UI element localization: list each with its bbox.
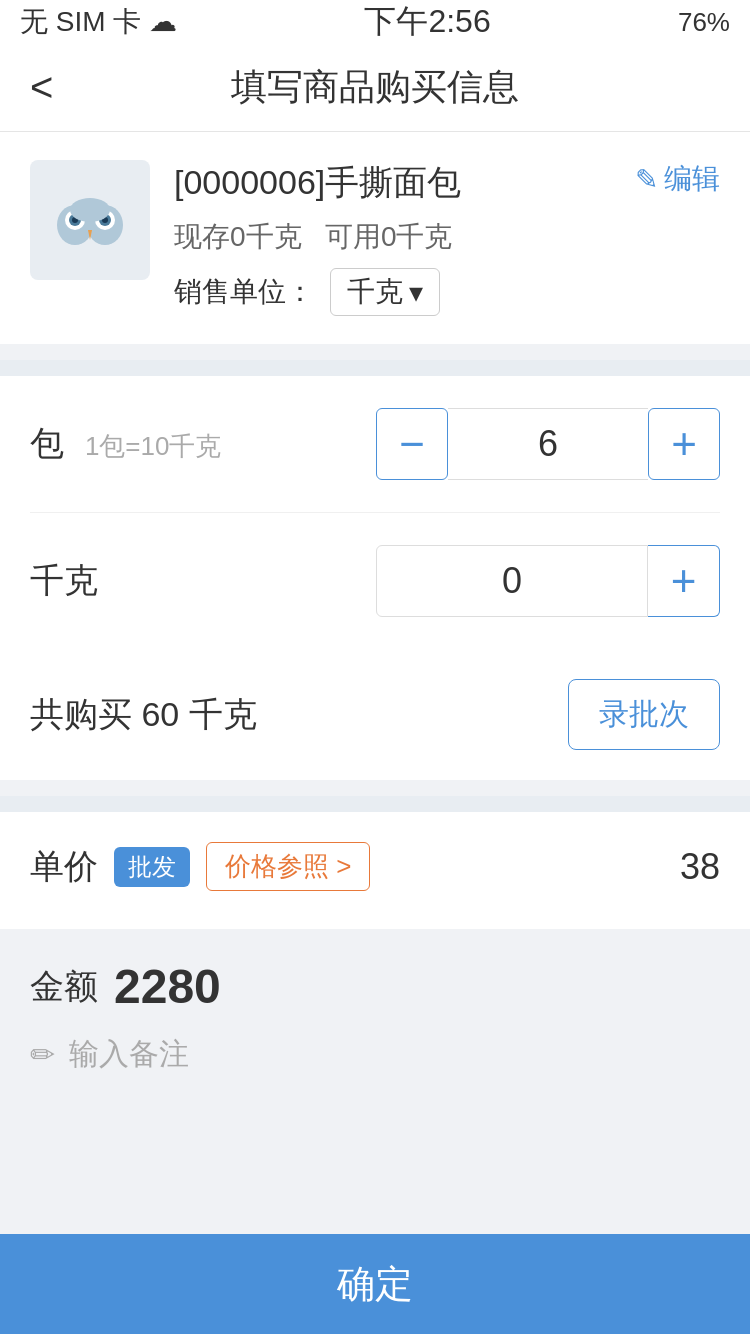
price-ref-label: 价格参照 > <box>225 849 351 884</box>
unit-select[interactable]: 千克 ▾ <box>330 268 440 316</box>
back-button[interactable]: < <box>30 65 53 110</box>
battery-level: 76% <box>678 7 730 38</box>
summary-text: 共购买 60 千克 <box>30 692 257 738</box>
kg-plus-button[interactable]: + <box>648 545 720 617</box>
product-image <box>30 160 150 280</box>
edit-label: 编辑 <box>664 160 720 198</box>
sim-status: 无 SIM 卡 ☁ <box>20 3 177 41</box>
kg-label: 千克 <box>30 561 98 599</box>
price-badge: 批发 <box>114 847 190 887</box>
note-placeholder: 输入备注 <box>69 1034 189 1075</box>
product-unit-row: 销售单位： 千克 ▾ <box>174 268 720 316</box>
amount-label: 金额 <box>30 964 98 1010</box>
stock-available: 可用0千克 <box>325 221 453 252</box>
edit-pencil-icon: ✎ <box>635 163 658 196</box>
price-value: 38 <box>680 846 720 888</box>
note-pencil-icon: ✏ <box>30 1037 55 1072</box>
price-label: 单价 <box>30 844 98 890</box>
price-label-group: 单价 批发 价格参照 > <box>30 842 370 891</box>
unit-value: 千克 <box>347 273 403 311</box>
status-right: 76% <box>678 7 730 38</box>
amount-value: 2280 <box>114 959 221 1014</box>
divider-2 <box>0 796 750 812</box>
svg-point-8 <box>70 198 110 222</box>
kg-qty-input[interactable] <box>376 545 648 617</box>
page-title: 填写商品购买信息 <box>231 63 519 112</box>
package-label-group: 包 1包=10千克 <box>30 421 221 467</box>
package-plus-button[interactable]: + <box>648 408 720 480</box>
edit-button[interactable]: ✎ 编辑 <box>635 160 720 198</box>
price-row: 单价 批发 价格参照 > 38 <box>30 842 720 891</box>
product-card: [0000006]手撕面包 现存0千克 可用0千克 销售单位： 千克 ▾ ✎ 编… <box>0 132 750 344</box>
batch-button[interactable]: 录批次 <box>568 679 720 750</box>
status-bar: 无 SIM 卡 ☁ 下午2:56 76% <box>0 0 750 44</box>
price-section: 单价 批发 价格参照 > 38 <box>0 812 750 929</box>
package-row: 包 1包=10千克 − + <box>30 376 720 513</box>
unit-label: 销售单位： <box>174 273 314 311</box>
amount-section: 金额 2280 ✏ 输入备注 <box>0 929 750 1095</box>
amount-row: 金额 2280 <box>30 959 720 1014</box>
confirm-button[interactable]: 确定 <box>0 1234 750 1334</box>
kg-row: 千克 + <box>30 513 720 649</box>
divider-1 <box>0 360 750 376</box>
stock-current: 现存0千克 <box>174 221 302 252</box>
input-section: 包 1包=10千克 − + 千克 + <box>0 376 750 649</box>
kg-controls: + <box>376 545 720 617</box>
price-ref-button[interactable]: 价格参照 > <box>206 842 370 891</box>
kg-label-group: 千克 <box>30 558 98 604</box>
nav-bar: < 填写商品购买信息 <box>0 44 750 132</box>
package-minus-button[interactable]: − <box>376 408 448 480</box>
status-left: 无 SIM 卡 ☁ <box>20 3 177 41</box>
product-stock: 现存0千克 可用0千克 <box>174 218 720 256</box>
summary-section: 共购买 60 千克 录批次 <box>0 649 750 780</box>
package-hint: 1包=10千克 <box>85 431 222 461</box>
dropdown-icon: ▾ <box>409 276 423 309</box>
package-qty-input[interactable] <box>448 408 648 480</box>
time-display: 下午2:56 <box>364 0 490 44</box>
package-controls: − + <box>376 408 720 480</box>
note-row[interactable]: ✏ 输入备注 <box>30 1034 720 1075</box>
package-label: 包 <box>30 424 64 462</box>
